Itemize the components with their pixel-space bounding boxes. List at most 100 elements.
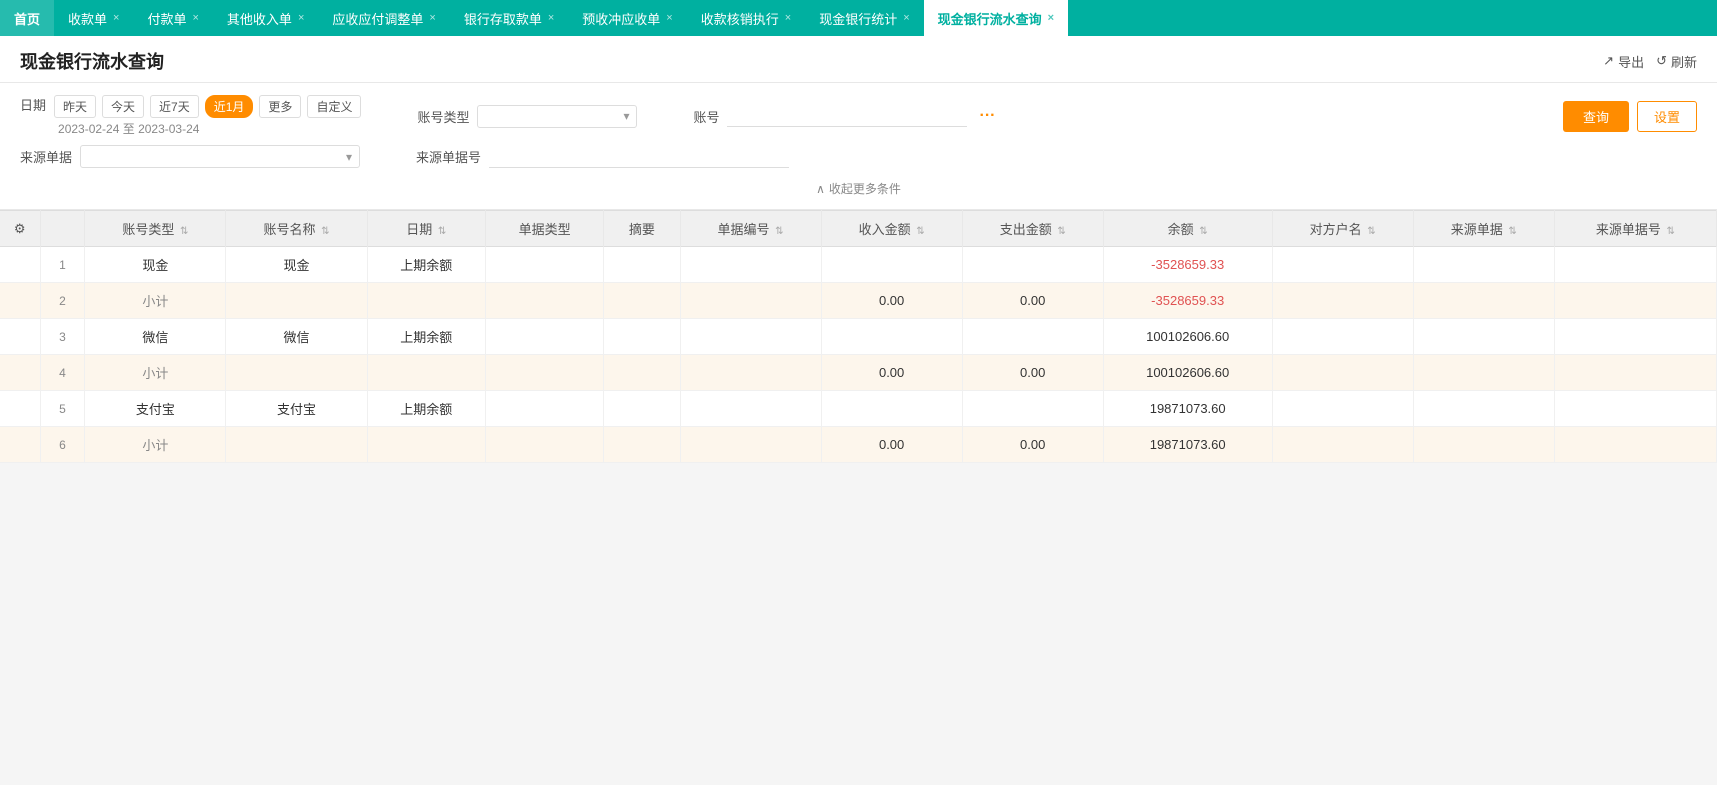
close-icon[interactable]: ×	[666, 12, 672, 24]
table-row[interactable]: 4 小计 0.00 0.00 100102606.60	[0, 355, 1717, 391]
nav-item-ar-ap-adjust[interactable]: 应收应付调整单 ×	[318, 0, 449, 36]
date-btn-7days[interactable]: 近7天	[150, 95, 199, 118]
cell-summary	[604, 355, 680, 391]
filter-row-1: 日期 昨天 今天 近7天 近1月 更多 自定义 2023-02-24 至 202…	[20, 95, 1697, 137]
nav-item-payments[interactable]: 付款单 ×	[133, 0, 212, 36]
cell-doc-no	[680, 247, 821, 283]
th-summary: 摘要	[604, 211, 680, 247]
th-source-doc[interactable]: 来源单据 ⇅	[1413, 211, 1554, 247]
table-area: ⚙ 账号类型 ⇅ 账号名称 ⇅ 日期 ⇅ 单据类型 摘要 单据编号 ⇅ 收入金额…	[0, 210, 1717, 463]
cell-income: 0.00	[821, 427, 962, 463]
date-btn-more[interactable]: 更多	[259, 95, 301, 118]
date-btn-yesterday[interactable]: 昨天	[54, 95, 96, 118]
th-account-name[interactable]: 账号名称 ⇅	[226, 211, 367, 247]
source-doc-label: 来源单据	[20, 147, 72, 166]
account-type-select[interactable]: 现金 微信 支付宝	[477, 105, 637, 128]
cell-balance: -3528659.33	[1103, 247, 1272, 283]
close-icon[interactable]: ×	[192, 12, 198, 24]
close-icon[interactable]: ×	[1048, 12, 1054, 24]
cell-date: 上期余额	[367, 391, 485, 427]
nav-item-collect-verify[interactable]: 收款核销执行 ×	[687, 0, 805, 36]
th-expense[interactable]: 支出金额 ⇅	[962, 211, 1103, 247]
nav-item-cash-bank-flow[interactable]: 现金银行流水查询 ×	[924, 0, 1068, 36]
table-row[interactable]: 5 支付宝 支付宝 上期余额 19871073.60	[0, 391, 1717, 427]
date-filter-group: 日期 昨天 今天 近7天 近1月 更多 自定义 2023-02-24 至 202…	[20, 95, 361, 137]
account-input[interactable]	[727, 105, 967, 127]
cell-source-doc-no	[1554, 427, 1716, 463]
cell-income	[821, 391, 962, 427]
date-btn-1month[interactable]: 近1月	[205, 95, 254, 118]
cell-source-doc-no	[1554, 283, 1716, 319]
source-doc-group: 来源单据	[20, 145, 360, 168]
header-actions: ↗ 导出 ↺ 刷新	[1603, 52, 1697, 71]
data-table: ⚙ 账号类型 ⇅ 账号名称 ⇅ 日期 ⇅ 单据类型 摘要 单据编号 ⇅ 收入金额…	[0, 210, 1717, 463]
cell-source-doc-no	[1554, 319, 1716, 355]
cell-expense: 0.00	[962, 427, 1103, 463]
close-icon[interactable]: ×	[903, 12, 909, 24]
nav-item-cash-bank-stat[interactable]: 现金银行统计 ×	[805, 0, 923, 36]
close-icon[interactable]: ×	[113, 12, 119, 24]
close-icon[interactable]: ×	[548, 12, 554, 24]
cell-counterpart	[1272, 247, 1413, 283]
cell-rownum: 2	[40, 283, 85, 319]
cell-account-type: 小计	[85, 283, 226, 319]
cell-income	[821, 247, 962, 283]
collapse-bar[interactable]: ∧ 收起更多条件	[20, 176, 1697, 197]
table-row[interactable]: 3 微信 微信 上期余额 100102606.60	[0, 319, 1717, 355]
cell-date	[367, 427, 485, 463]
cell-source-doc	[1413, 247, 1554, 283]
cell-balance: 19871073.60	[1103, 427, 1272, 463]
table-row[interactable]: 2 小计 0.00 0.00 -3528659.33	[0, 283, 1717, 319]
th-account-type[interactable]: 账号类型 ⇅	[85, 211, 226, 247]
cell-expense	[962, 247, 1103, 283]
cell-counterpart	[1272, 283, 1413, 319]
th-date[interactable]: 日期 ⇅	[367, 211, 485, 247]
settings-button[interactable]: 设置	[1637, 101, 1697, 132]
source-doc-select[interactable]	[80, 145, 360, 168]
cell-doc-no	[680, 283, 821, 319]
date-btn-custom[interactable]: 自定义	[307, 95, 361, 118]
cell-summary	[604, 247, 680, 283]
date-range-display: 2023-02-24 至 2023-03-24	[58, 120, 361, 137]
source-doc-no-input[interactable]	[489, 146, 789, 168]
cell-doc-type	[485, 319, 603, 355]
cell-source-doc	[1413, 355, 1554, 391]
refresh-button[interactable]: ↺ 刷新	[1656, 52, 1697, 71]
th-doc-no[interactable]: 单据编号 ⇅	[680, 211, 821, 247]
cell-balance: -3528659.33	[1103, 283, 1272, 319]
cell-expense: 0.00	[962, 355, 1103, 391]
th-counterpart[interactable]: 对方户名 ⇅	[1272, 211, 1413, 247]
cell-expense: 0.00	[962, 283, 1103, 319]
table-row[interactable]: 1 现金 现金 上期余额 -3528659.33	[0, 247, 1717, 283]
cell-date	[367, 355, 485, 391]
close-icon[interactable]: ×	[429, 12, 435, 24]
nav-item-advance-offset[interactable]: 预收冲应收单 ×	[568, 0, 686, 36]
cell-counterpart	[1272, 427, 1413, 463]
nav-item-home[interactable]: 首页	[0, 0, 54, 36]
cell-rownum: 3	[40, 319, 85, 355]
cell-doc-no	[680, 319, 821, 355]
nav-item-bank-deposit[interactable]: 银行存取款单 ×	[450, 0, 568, 36]
th-income[interactable]: 收入金额 ⇅	[821, 211, 962, 247]
source-doc-no-group: 来源单据号	[416, 146, 789, 168]
export-button[interactable]: ↗ 导出	[1603, 52, 1644, 71]
date-btn-today[interactable]: 今天	[102, 95, 144, 118]
cell-gear	[0, 283, 40, 319]
cell-source-doc-no	[1554, 355, 1716, 391]
query-button[interactable]: 查询	[1563, 101, 1629, 132]
table-row[interactable]: 6 小计 0.00 0.00 19871073.60	[0, 427, 1717, 463]
table-header-row: ⚙ 账号类型 ⇅ 账号名称 ⇅ 日期 ⇅ 单据类型 摘要 单据编号 ⇅ 收入金额…	[0, 211, 1717, 247]
nav-item-receipts[interactable]: 收款单 ×	[54, 0, 133, 36]
th-gear[interactable]: ⚙	[0, 211, 40, 247]
nav-item-other-income[interactable]: 其他收入单 ×	[213, 0, 318, 36]
th-balance[interactable]: 余额 ⇅	[1103, 211, 1272, 247]
cell-account-name	[226, 427, 367, 463]
dots-button[interactable]: ···	[975, 107, 999, 125]
cell-source-doc	[1413, 283, 1554, 319]
th-source-doc-no[interactable]: 来源单据号 ⇅	[1554, 211, 1716, 247]
source-doc-select-wrapper	[80, 145, 360, 168]
close-icon[interactable]: ×	[298, 12, 304, 24]
cell-source-doc	[1413, 391, 1554, 427]
top-navigation: 首页 收款单 × 付款单 × 其他收入单 × 应收应付调整单 × 银行存取款单 …	[0, 0, 1717, 36]
close-icon[interactable]: ×	[785, 12, 791, 24]
